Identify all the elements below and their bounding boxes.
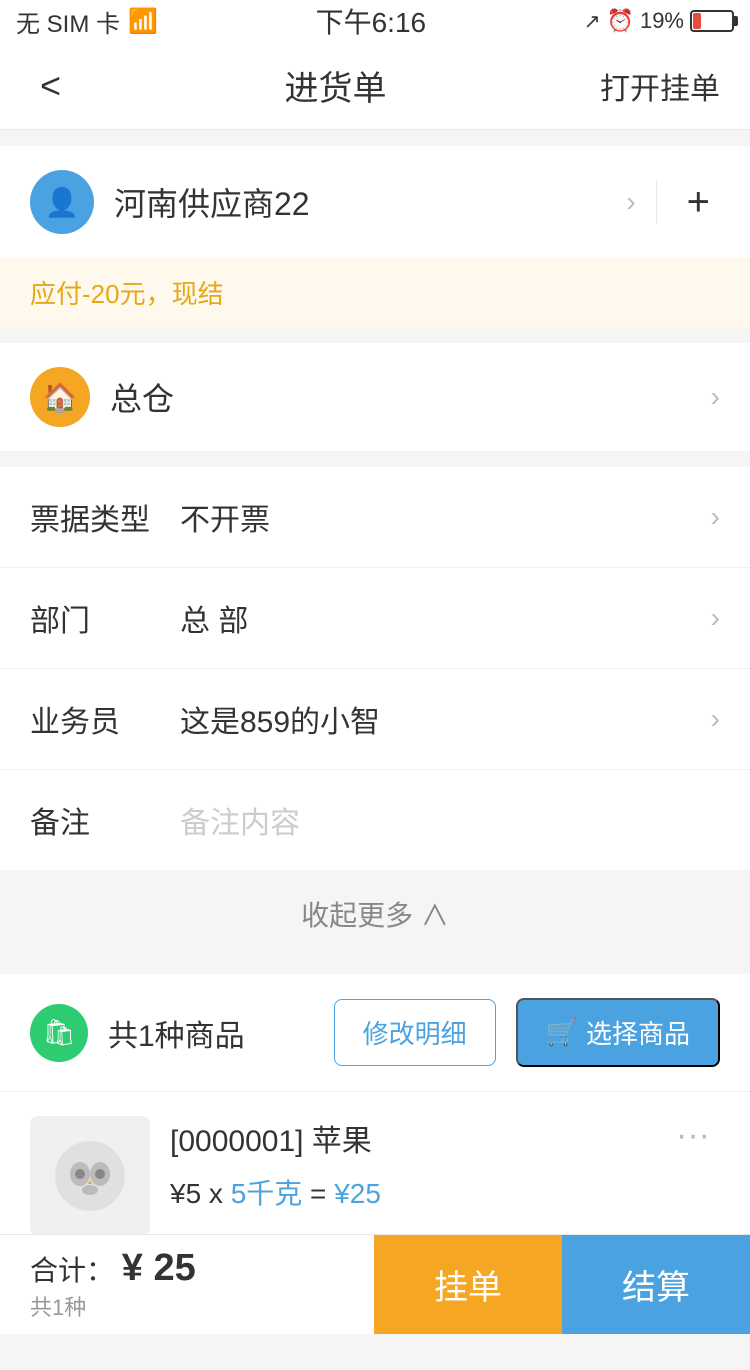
supplier-row[interactable]: 👤 河南供应商22 › + <box>0 146 750 258</box>
warehouse-icon-symbol: 🏠 <box>43 381 78 414</box>
hold-order-button[interactable]: 挂单 <box>374 1235 562 1334</box>
product-info: [0000001] 苹果 ¥5 x 5千克 = ¥25 <box>170 1116 646 1212</box>
product-section-icon: 🛍 <box>30 1004 88 1062</box>
status-carrier: 无 SIM 卡 📶 <box>16 4 158 39</box>
form-row-invoice[interactable]: 票据类型 不开票 › <box>0 467 750 568</box>
salesman-chevron: › <box>711 703 720 735</box>
divider <box>656 180 657 224</box>
salesman-label: 业务员 <box>30 697 170 741</box>
owl-logo <box>50 1136 130 1216</box>
status-time: 下午6:16 <box>316 1 427 41</box>
cart-icon: 🛍 <box>42 1017 75 1048</box>
product-header: 🛍 共1种商品 修改明细 🛒 选择商品 <box>0 974 750 1092</box>
supplier-chevron: › <box>626 186 635 218</box>
gap-2 <box>0 327 750 343</box>
invoice-chevron: › <box>711 501 720 533</box>
form-section: 票据类型 不开票 › 部门 总 部 › 业务员 这是859的小智 › 备注 备注… <box>0 467 750 870</box>
product-count: 共1种商品 <box>108 1011 314 1055</box>
price-prefix: ¥5 x <box>170 1178 231 1209</box>
remark-label: 备注 <box>30 798 170 842</box>
footer-total-row: 合计： ¥ 25 <box>30 1247 344 1290</box>
open-hold-button[interactable]: 打开挂单 <box>600 64 720 108</box>
invoice-label: 票据类型 <box>30 495 170 539</box>
wifi-signal: 📶 <box>128 7 158 36</box>
carrier-label: 无 SIM 卡 <box>16 4 120 39</box>
nav-bar: < 进货单 打开挂单 <box>0 42 750 130</box>
collapse-button[interactable]: 收起更多 ∧ <box>0 870 750 958</box>
warehouse-chevron: › <box>711 381 720 413</box>
battery-icon <box>690 10 734 32</box>
gap-4 <box>0 958 750 974</box>
page-title: 进货单 <box>285 61 387 110</box>
payment-hint: 应付-20元，现结 <box>0 258 750 327</box>
location-icon: ↗ <box>584 9 601 34</box>
product-thumbnail <box>30 1116 150 1236</box>
total-label: 合计： <box>30 1255 114 1286</box>
quantity: 5千克 <box>231 1178 303 1209</box>
status-right: ↗ ⏰ 19% <box>584 8 734 34</box>
invoice-value: 不开票 <box>170 495 711 539</box>
select-cart-icon: 🛒 <box>546 1017 578 1048</box>
supplier-section: 👤 河南供应商22 › + 应付-20元，现结 <box>0 146 750 327</box>
gap-1 <box>0 130 750 146</box>
avatar-icon: 👤 <box>45 186 80 219</box>
warehouse-name: 总仓 <box>110 374 711 420</box>
form-row-salesman[interactable]: 业务员 这是859的小智 › <box>0 669 750 770</box>
footer-count: 共1种 <box>30 1290 344 1322</box>
status-bar: 无 SIM 卡 📶 下午6:16 ↗ ⏰ 19% <box>0 0 750 42</box>
warehouse-icon: 🏠 <box>30 367 90 427</box>
warehouse-section[interactable]: 🏠 总仓 › <box>0 343 750 451</box>
select-product-button[interactable]: 🛒 选择商品 <box>516 998 720 1067</box>
footer-total: 合计： ¥ 25 共1种 <box>0 1247 374 1322</box>
dept-value: 总 部 <box>170 596 711 640</box>
total-amount: ¥ 25 <box>122 1247 196 1289</box>
gap-3 <box>0 451 750 467</box>
edit-detail-button[interactable]: 修改明细 <box>334 999 496 1066</box>
back-button[interactable]: < <box>30 55 71 117</box>
product-name: [0000001] 苹果 <box>170 1116 646 1160</box>
form-row-dept[interactable]: 部门 总 部 › <box>0 568 750 669</box>
product-section: 🛍 共1种商品 修改明细 🛒 选择商品 [0000001] 苹果 ¥5 x 5千 <box>0 974 750 1260</box>
dept-chevron: › <box>711 602 720 634</box>
alarm-icon: ⏰ <box>607 8 634 34</box>
warehouse-row[interactable]: 🏠 总仓 › <box>0 343 750 451</box>
checkout-button[interactable]: 结算 <box>562 1235 750 1334</box>
supplier-avatar: 👤 <box>30 170 94 234</box>
form-row-remark[interactable]: 备注 备注内容 <box>0 770 750 870</box>
product-more-button[interactable]: ··· <box>666 1116 720 1155</box>
product-price: ¥5 x 5千克 = ¥25 <box>170 1172 646 1212</box>
salesman-value: 这是859的小智 <box>170 697 711 741</box>
dept-label: 部门 <box>30 596 170 640</box>
equals: = <box>302 1178 334 1209</box>
total-price: ¥25 <box>334 1178 381 1209</box>
battery-label: 19% <box>640 8 684 34</box>
supplier-name: 河南供应商22 <box>114 179 626 225</box>
footer: 合计： ¥ 25 共1种 挂单 结算 <box>0 1234 750 1334</box>
remark-input[interactable]: 备注内容 <box>170 798 720 842</box>
add-supplier-button[interactable]: + <box>677 180 720 225</box>
